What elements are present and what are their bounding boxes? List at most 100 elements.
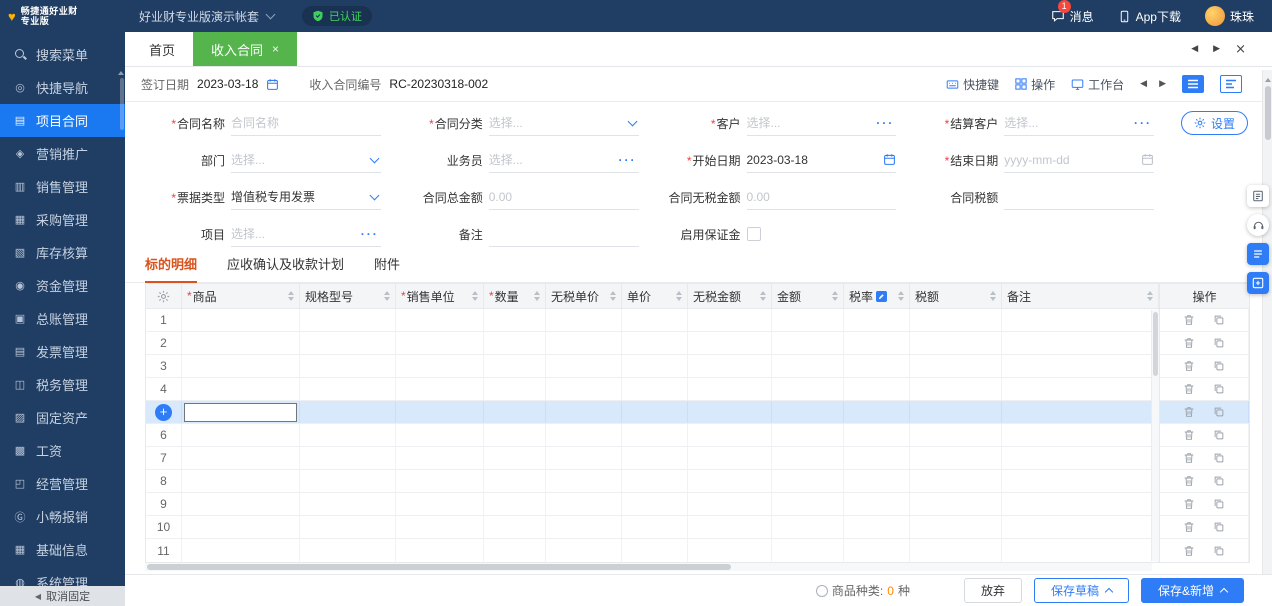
cell-r9-c2[interactable] <box>396 493 484 515</box>
cell-r8-c8[interactable] <box>844 470 910 492</box>
cell-r8-c3[interactable] <box>484 470 546 492</box>
sidebar-item-inventory[interactable]: ▧ 库存核算 <box>0 236 125 269</box>
column-header-0[interactable]: * 商品 <box>182 284 300 308</box>
cell-r9-c4[interactable] <box>546 493 622 515</box>
cell-r5-c7[interactable] <box>772 401 844 423</box>
sidebar-item-quick-nav[interactable]: ◎ 快捷导航 <box>0 71 125 104</box>
cell-r1-c10[interactable] <box>1002 309 1159 331</box>
delete-row-icon[interactable] <box>1183 383 1195 395</box>
cell-r4-c4[interactable] <box>546 378 622 400</box>
cell-r3-c6[interactable] <box>688 355 772 377</box>
certified-badge[interactable]: 已认证 <box>302 6 373 26</box>
cell-r10-c6[interactable] <box>688 516 772 538</box>
copy-row-icon[interactable] <box>1213 521 1225 533</box>
cell-r3-c9[interactable] <box>910 355 1002 377</box>
department-select[interactable] <box>231 152 367 167</box>
customer-lookup-input[interactable] <box>746 115 873 130</box>
next-record-icon[interactable]: ▶ <box>1159 79 1166 89</box>
cell-r10-c1[interactable] <box>300 516 396 538</box>
settings-button[interactable]: 设置 <box>1180 111 1248 135</box>
sort-icon[interactable] <box>380 291 390 301</box>
cell-r1-c3[interactable] <box>484 309 546 331</box>
cell-r1-c5[interactable] <box>622 309 688 331</box>
cell-r4-c2[interactable] <box>396 378 484 400</box>
cell-r3-c8[interactable] <box>844 355 910 377</box>
sidebar-scroll-up-icon[interactable] <box>118 68 124 75</box>
cell-r6-c1[interactable] <box>300 424 396 446</box>
cell-r5-c6[interactable] <box>688 401 772 423</box>
panel-widget-button[interactable] <box>1247 243 1269 265</box>
cell-r5-c0[interactable] <box>182 401 300 423</box>
cell-r9-c8[interactable] <box>844 493 910 515</box>
sidebar-item-payroll[interactable]: ▩ 工资 <box>0 434 125 467</box>
cell-r5-c9[interactable] <box>910 401 1002 423</box>
user-menu[interactable]: 珠珠 <box>1204 6 1254 26</box>
cell-r4-c1[interactable] <box>300 378 396 400</box>
column-header-8[interactable]: 税率 <box>844 284 910 308</box>
cell-r3-c4[interactable] <box>546 355 622 377</box>
cell-r6-c0[interactable] <box>182 424 300 446</box>
tab-receivable-plan[interactable]: 应收确认及收款计划 <box>227 254 344 282</box>
cell-r11-c2[interactable] <box>396 539 484 562</box>
cell-r11-c8[interactable] <box>844 539 910 562</box>
delete-row-icon[interactable] <box>1183 545 1195 557</box>
new-row-product-input[interactable] <box>184 402 297 422</box>
cell-r10-c5[interactable] <box>622 516 688 538</box>
copy-row-icon[interactable] <box>1213 545 1225 557</box>
sidebar-item-fixed-assets[interactable]: ▨ 固定资产 <box>0 401 125 434</box>
column-header-6[interactable]: 无税金额 <box>688 284 772 308</box>
tab-attachments[interactable]: 附件 <box>374 254 400 282</box>
cell-r4-c8[interactable] <box>844 378 910 400</box>
sort-icon[interactable] <box>284 291 294 301</box>
cell-r9-c9[interactable] <box>910 493 1002 515</box>
delete-row-icon[interactable] <box>1183 406 1195 418</box>
sort-icon[interactable] <box>530 291 540 301</box>
cell-r2-c3[interactable] <box>484 332 546 354</box>
cell-r10-c7[interactable] <box>772 516 844 538</box>
cell-r5-c1[interactable] <box>300 401 396 423</box>
cell-r5-c2[interactable] <box>396 401 484 423</box>
app-download-button[interactable]: App下载 <box>1118 8 1181 25</box>
cell-r5-c8[interactable] <box>844 401 910 423</box>
chevron-down-icon[interactable] <box>369 190 380 201</box>
tab-home[interactable]: 首页 <box>131 32 193 66</box>
copy-row-icon[interactable] <box>1213 314 1225 326</box>
sort-icon[interactable] <box>894 291 904 301</box>
column-header-2[interactable]: * 销售单位 <box>396 284 484 308</box>
cell-r11-c10[interactable] <box>1002 539 1159 562</box>
cell-r8-c10[interactable] <box>1002 470 1159 492</box>
lookup-ellipsis-icon[interactable]: ··· <box>1134 116 1152 130</box>
sort-icon[interactable] <box>672 291 682 301</box>
cell-r9-c7[interactable] <box>772 493 844 515</box>
cell-r2-c2[interactable] <box>396 332 484 354</box>
actions-button[interactable]: 操作 <box>1015 76 1055 93</box>
salesman-lookup-input[interactable] <box>488 152 615 167</box>
abandon-button[interactable]: 放弃 <box>963 578 1022 603</box>
cell-r9-c10[interactable] <box>1002 493 1159 515</box>
cell-r5-c4[interactable] <box>546 401 622 423</box>
lookup-ellipsis-icon[interactable]: ··· <box>619 153 637 167</box>
cell-r7-c0[interactable] <box>182 447 300 469</box>
cell-r2-c10[interactable] <box>1002 332 1159 354</box>
cell-r9-c3[interactable] <box>484 493 546 515</box>
account-set-selector[interactable]: 好业财专业版演示帐套 <box>139 8 276 25</box>
cell-r5-c10[interactable] <box>1002 401 1159 423</box>
cell-r3-c1[interactable] <box>300 355 396 377</box>
copy-row-icon[interactable] <box>1213 475 1225 487</box>
sidebar-item-business[interactable]: ◰ 经营管理 <box>0 467 125 500</box>
total-amount-input[interactable] <box>488 189 639 204</box>
sort-icon[interactable] <box>468 291 478 301</box>
copy-row-icon[interactable] <box>1213 360 1225 372</box>
copy-row-icon[interactable] <box>1213 429 1225 441</box>
contract-tax-input[interactable] <box>1004 189 1154 204</box>
messages-button[interactable]: 1 消息 <box>1051 0 1094 25</box>
cell-r10-c8[interactable] <box>844 516 910 538</box>
cell-r6-c7[interactable] <box>772 424 844 446</box>
sidebar-item-invoice[interactable]: ▤ 发票管理 <box>0 335 125 368</box>
chevron-down-icon[interactable] <box>369 153 380 164</box>
sidebar-item-funds[interactable]: ◉ 资金管理 <box>0 269 125 302</box>
cell-r3-c10[interactable] <box>1002 355 1159 377</box>
cell-r11-c5[interactable] <box>622 539 688 562</box>
column-header-7[interactable]: 金额 <box>772 284 844 308</box>
cell-r6-c9[interactable] <box>910 424 1002 446</box>
